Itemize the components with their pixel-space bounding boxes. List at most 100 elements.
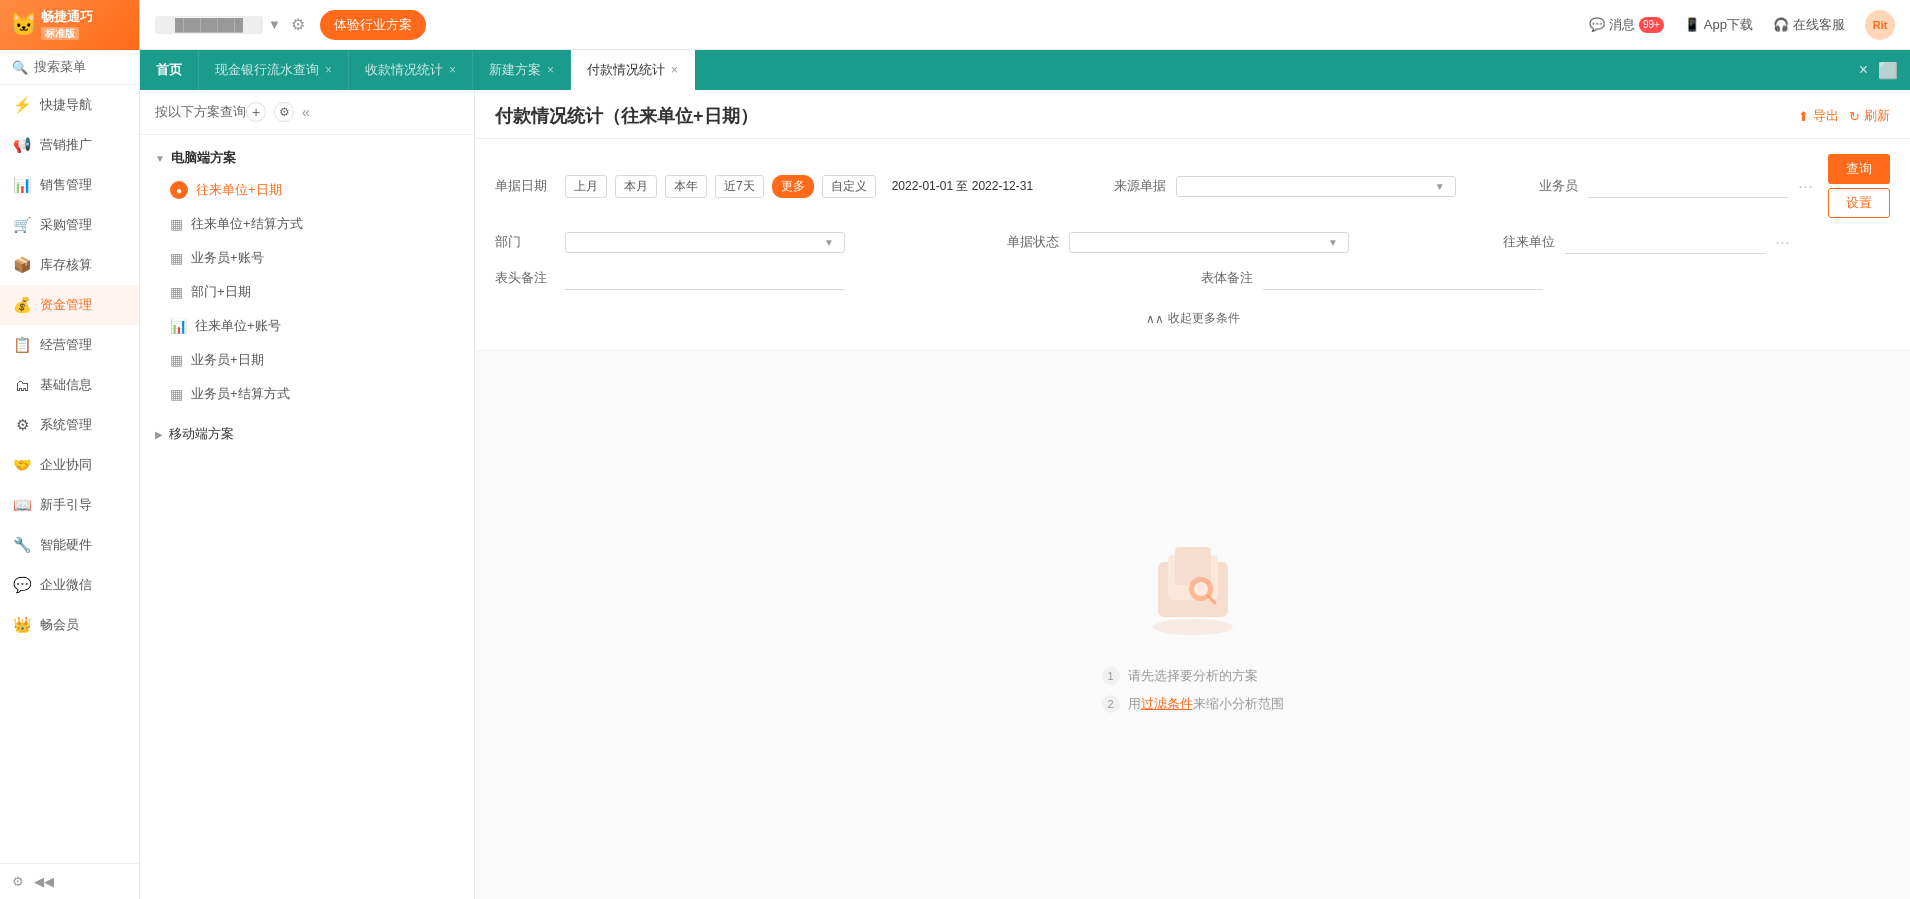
online-service-label: 在线客服 bbox=[1793, 16, 1845, 34]
scheme-desktop-section: ▼ 电脑端方案 ● 往来单位+日期 ▦ 往来单位+结算方式 ▦ 业务员+账号 ▦ bbox=[140, 135, 474, 419]
empty-tips: 1 请先选择要分析的方案 2 用过滤条件来缩小分析范围 bbox=[1102, 667, 1284, 723]
tab-new-scheme-close-icon[interactable]: × bbox=[547, 63, 554, 77]
scheme-item-partner-account[interactable]: 📊 往来单位+账号 bbox=[140, 309, 474, 343]
body-note-input[interactable] bbox=[1263, 266, 1543, 290]
tab-income-stat[interactable]: 收款情况统计 × bbox=[349, 50, 473, 90]
tab-payment-stat[interactable]: 付款情况统计 × bbox=[571, 50, 695, 90]
scheme-item-staff-account[interactable]: ▦ 业务员+账号 bbox=[140, 241, 474, 275]
sidebar-item-label: 智能硬件 bbox=[40, 536, 92, 554]
company-dropdown[interactable]: ████████ ▼ bbox=[155, 16, 281, 34]
doc-status-select[interactable]: ▼ bbox=[1069, 232, 1349, 253]
scheme-mobile-section[interactable]: ▶ 移动端方案 bbox=[140, 419, 474, 449]
sidebar-footer: ⚙ ◀◀ bbox=[0, 863, 139, 899]
scheme-desktop-title[interactable]: ▼ 电脑端方案 bbox=[140, 143, 474, 173]
sidebar-item-finance[interactable]: 💰 资金管理 bbox=[0, 285, 139, 325]
tab-close-all-icon[interactable]: × bbox=[1859, 61, 1868, 79]
page-title: 付款情况统计（往来单位+日期） bbox=[495, 104, 1798, 128]
content-area: 按以下方案查询 + ⚙ « ▼ 电脑端方案 ● 往来单位+日期 ▦ bbox=[140, 90, 1910, 899]
sidebar-item-wechat[interactable]: 💬 企业微信 bbox=[0, 565, 139, 605]
sidebar-header: 🐱 畅捷通巧 标准版 bbox=[0, 0, 139, 50]
sidebar-collapse-icon[interactable]: ◀◀ bbox=[34, 874, 54, 889]
cooperation-icon: 🤝 bbox=[12, 455, 32, 475]
empty-state: 1 请先选择要分析的方案 2 用过滤条件来缩小分析范围 bbox=[475, 351, 1910, 899]
mobile-arrow-icon: ▶ bbox=[155, 429, 163, 440]
scheme-add-icon[interactable]: + bbox=[246, 102, 266, 122]
topbar-gear-icon[interactable]: ⚙ bbox=[291, 15, 305, 34]
sidebar-item-guide[interactable]: 📖 新手引导 bbox=[0, 485, 139, 525]
sidebar-item-operations[interactable]: 📋 经营管理 bbox=[0, 325, 139, 365]
collapse-up-icon: ∧∧ bbox=[1146, 312, 1164, 326]
scheme-item-partner-settlement[interactable]: ▦ 往来单位+结算方式 bbox=[140, 207, 474, 241]
sidebar-item-quick-nav[interactable]: ⚡ 快捷导航 bbox=[0, 85, 139, 125]
query-button[interactable]: 查询 bbox=[1828, 154, 1890, 184]
date-btn-7days[interactable]: 近7天 bbox=[715, 175, 764, 198]
search-menu[interactable]: 🔍 搜索菜单 bbox=[0, 50, 139, 85]
doc-status-dropdown-icon: ▼ bbox=[1328, 237, 1338, 248]
tab-income-stat-close-icon[interactable]: × bbox=[449, 63, 456, 77]
service-icon: 🎧 bbox=[1773, 17, 1789, 32]
scheme-item-label: 往来单位+日期 bbox=[196, 181, 282, 199]
logo-icon: 🐱 bbox=[10, 12, 37, 38]
filter-row-3: 表头备注 表体备注 bbox=[495, 266, 1890, 290]
date-btn-custom[interactable]: 自定义 bbox=[822, 175, 876, 198]
sidebar-item-label: 营销推广 bbox=[40, 136, 92, 154]
sidebar-item-sales[interactable]: 📊 销售管理 bbox=[0, 165, 139, 205]
sidebar-item-label: 经营管理 bbox=[40, 336, 92, 354]
doc-status-label: 单据状态 bbox=[999, 233, 1059, 251]
online-service-button[interactable]: 🎧 在线客服 bbox=[1773, 16, 1845, 34]
scheme-chart-icon: 📊 bbox=[170, 318, 187, 334]
settings-button[interactable]: 设置 bbox=[1828, 188, 1890, 218]
partner-input[interactable] bbox=[1565, 230, 1765, 254]
tab-new-scheme[interactable]: 新建方案 × bbox=[473, 50, 571, 90]
sidebar-item-hardware[interactable]: 🔧 智能硬件 bbox=[0, 525, 139, 565]
sidebar-item-basic-info[interactable]: 🗂 基础信息 bbox=[0, 365, 139, 405]
tabbar: 首页 现金银行流水查询 × 收款情况统计 × 新建方案 × 付款情况统计 × ×… bbox=[140, 50, 1910, 90]
dept-label: 部门 bbox=[495, 233, 555, 251]
source-select[interactable]: ▼ bbox=[1176, 176, 1456, 197]
scheme-item-staff-date[interactable]: ▦ 业务员+日期 bbox=[140, 343, 474, 377]
tab-bank-flow[interactable]: 现金银行流水查询 × bbox=[199, 50, 349, 90]
staff-more-icon[interactable]: ··· bbox=[1798, 176, 1813, 197]
sidebar-item-marketing[interactable]: 📢 营销推广 bbox=[0, 125, 139, 165]
date-btn-more[interactable]: 更多 bbox=[772, 175, 814, 198]
scheme-item-dept-date[interactable]: ▦ 部门+日期 bbox=[140, 275, 474, 309]
collapse-conditions-button[interactable]: ∧∧ 收起更多条件 bbox=[1146, 302, 1240, 335]
sidebar-item-system[interactable]: ⚙ 系统管理 bbox=[0, 405, 139, 445]
trial-button[interactable]: 体验行业方案 bbox=[320, 10, 426, 40]
app-download-button[interactable]: 📱 App下载 bbox=[1684, 16, 1753, 34]
staff-label: 业务员 bbox=[1528, 177, 1578, 195]
sidebar-item-label: 库存核算 bbox=[40, 256, 92, 274]
export-button[interactable]: ⬆ 导出 bbox=[1798, 107, 1839, 125]
tip-text-1: 请先选择要分析的方案 bbox=[1128, 667, 1258, 685]
mobile-title-label: 移动端方案 bbox=[169, 425, 234, 443]
settings-icon[interactable]: ⚙ bbox=[12, 874, 24, 889]
dept-select[interactable]: ▼ bbox=[565, 232, 845, 253]
scheme-settings-icon[interactable]: ⚙ bbox=[274, 102, 294, 122]
export-label: 导出 bbox=[1813, 107, 1839, 125]
topbar-right: 💬 消息 99+ 📱 App下载 🎧 在线客服 Rit bbox=[1589, 10, 1895, 40]
date-btn-this-year[interactable]: 本年 bbox=[665, 175, 707, 198]
tab-expand-icon[interactable]: ⬜ bbox=[1878, 61, 1898, 80]
user-avatar[interactable]: Rit bbox=[1865, 10, 1895, 40]
partner-more-icon[interactable]: ··· bbox=[1775, 232, 1790, 253]
tab-payment-stat-close-icon[interactable]: × bbox=[671, 63, 678, 77]
scheme-item-partner-date[interactable]: ● 往来单位+日期 bbox=[140, 173, 474, 207]
tab-bank-flow-close-icon[interactable]: × bbox=[325, 63, 332, 77]
sidebar-item-vip[interactable]: 👑 畅会员 bbox=[0, 605, 139, 645]
sidebar-item-label: 基础信息 bbox=[40, 376, 92, 394]
scheme-item-staff-settlement[interactable]: ▦ 业务员+结算方式 bbox=[140, 377, 474, 411]
filter-condition-link[interactable]: 过滤条件 bbox=[1141, 696, 1193, 711]
refresh-button[interactable]: ↻ 刷新 bbox=[1849, 107, 1890, 125]
date-btn-this-month[interactable]: 本月 bbox=[615, 175, 657, 198]
scheme-collapse-icon[interactable]: « bbox=[302, 104, 310, 120]
tab-home[interactable]: 首页 bbox=[140, 50, 199, 90]
header-note-input[interactable] bbox=[565, 266, 845, 290]
sidebar-item-cooperation[interactable]: 🤝 企业协同 bbox=[0, 445, 139, 485]
desktop-arrow-icon: ▼ bbox=[155, 153, 165, 164]
sidebar-item-inventory[interactable]: 📦 库存核算 bbox=[0, 245, 139, 285]
main-area: ████████ ▼ ⚙ 体验行业方案 💬 消息 99+ 📱 App下载 🎧 在… bbox=[140, 0, 1910, 899]
message-button[interactable]: 💬 消息 99+ bbox=[1589, 16, 1664, 34]
staff-input[interactable] bbox=[1588, 174, 1788, 198]
sidebar-item-purchase[interactable]: 🛒 采购管理 bbox=[0, 205, 139, 245]
date-btn-last-month[interactable]: 上月 bbox=[565, 175, 607, 198]
